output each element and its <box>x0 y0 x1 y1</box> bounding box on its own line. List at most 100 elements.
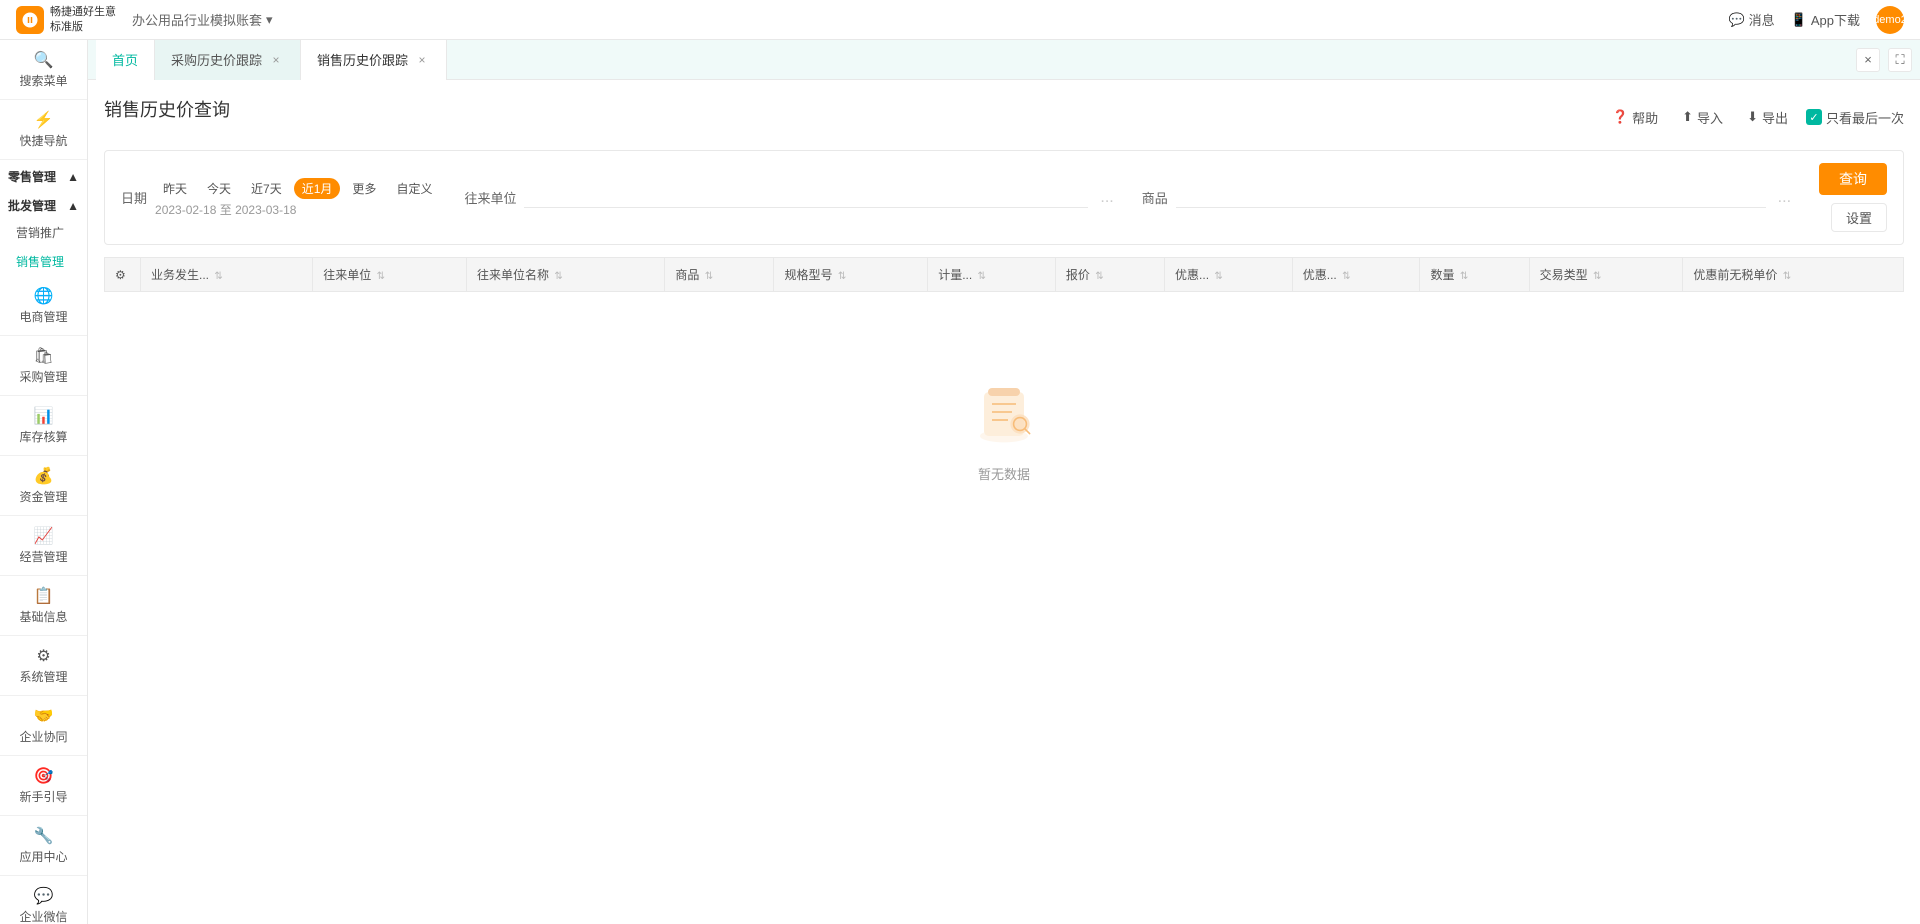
sidebar-item-wechat[interactable]: 💬 企业微信 <box>0 876 87 924</box>
sidebar-item-inventory[interactable]: 📊 库存核算 <box>0 396 87 456</box>
column-goods[interactable]: 商品 ⇅ <box>665 258 774 292</box>
top-bar: 畅捷通好生意 标准版 办公用品行业模拟账套 ▾ 💬 消息 📱 App下载 dem… <box>0 0 1920 40</box>
sort-pretax-price-icon: ⇅ <box>1783 271 1791 282</box>
page-title: 销售历史价查询 <box>104 96 230 122</box>
export-icon: ⬇ <box>1747 109 1758 125</box>
empty-text: 暂无数据 <box>978 464 1030 483</box>
only-last-checkbox[interactable]: 只看最后一次 <box>1806 108 1904 127</box>
empty-state: 暂无数据 <box>104 292 1904 563</box>
date-opt-yesterday[interactable]: 昨天 <box>155 178 195 199</box>
sidebar-item-wholesale[interactable]: 批发管理 ▲ <box>0 189 87 218</box>
goods-input[interactable] <box>1176 188 1766 208</box>
column-biz-date[interactable]: 业务发生... ⇅ <box>141 258 313 292</box>
setting-button[interactable]: 设置 <box>1831 203 1887 232</box>
date-opt-today[interactable]: 今天 <box>199 178 239 199</box>
column-discount1[interactable]: 优惠... ⇅ <box>1165 258 1293 292</box>
sort-trade-type-icon: ⇅ <box>1593 271 1601 282</box>
sort-goods-icon: ⇅ <box>705 271 713 282</box>
sidebar-item-system[interactable]: ⚙ 系统管理 <box>0 636 87 696</box>
tab-sales-history-close[interactable]: × <box>414 52 430 68</box>
sidebar-item-quick-nav[interactable]: ⚡ 快捷导航 <box>0 100 87 160</box>
sidebar-item-search[interactable]: 🔍 搜索菜单 <box>0 40 87 100</box>
column-pretax-price[interactable]: 优惠前无税单价 ⇅ <box>1683 258 1904 292</box>
filter-date: 日期 昨天 今天 近7天 近1月 更多 自定义 2023-02-18 至 202… <box>121 178 440 218</box>
sort-discount1-icon: ⇅ <box>1214 271 1222 282</box>
sort-discount2-icon: ⇅ <box>1342 271 1350 282</box>
date-opt-custom[interactable]: 自定义 <box>388 178 440 199</box>
sort-spec-icon: ⇅ <box>838 271 846 282</box>
toolbar-right: ❓ 帮助 ⬆ 导入 ⬇ 导出 只看最后一次 <box>1606 104 1904 131</box>
wholesale-arrow-icon: ▲ <box>67 199 79 213</box>
data-table: ⚙ 业务发生... ⇅ 往来单位 ⇅ 往来单位名称 ⇅ <box>104 257 1904 292</box>
guide-icon: 🎯 <box>4 766 83 786</box>
inventory-icon: 📊 <box>4 406 83 426</box>
date-opt-last7[interactable]: 近7天 <box>243 178 290 199</box>
sidebar-item-retail[interactable]: 零售管理 ▲ <box>0 160 87 189</box>
column-unit[interactable]: 计量... ⇅ <box>928 258 1056 292</box>
sidebar-item-operations[interactable]: 📈 经营管理 <box>0 516 87 576</box>
tab-home[interactable]: 首页 <box>96 40 155 80</box>
purchase-icon: 🛍 <box>4 346 83 366</box>
help-btn[interactable]: ❓ 帮助 <box>1606 104 1664 131</box>
sidebar-item-finance[interactable]: 💰 资金管理 <box>0 456 87 516</box>
search-icon: 🔍 <box>4 50 83 70</box>
import-icon: ⬆ <box>1682 109 1693 125</box>
date-opt-more[interactable]: 更多 <box>344 178 384 199</box>
user-avatar[interactable]: demo2 <box>1876 6 1904 34</box>
sidebar-item-appstore[interactable]: 🔧 应用中心 <box>0 816 87 876</box>
checkbox-checked-icon <box>1806 109 1822 125</box>
tab-purchase-history[interactable]: 采购历史价跟踪 × <box>155 40 301 80</box>
app-selector[interactable]: 办公用品行业模拟账套 ▾ <box>124 6 281 33</box>
filter-area: 日期 昨天 今天 近7天 近1月 更多 自定义 2023-02-18 至 202… <box>104 150 1904 245</box>
ecommerce-icon: 🌐 <box>4 286 83 306</box>
tab-purchase-history-close[interactable]: × <box>268 52 284 68</box>
message-icon: 💬 <box>1728 12 1744 28</box>
app-download-icon: 📱 <box>1791 12 1807 28</box>
partner-dots[interactable]: ... <box>1096 189 1117 207</box>
empty-icon <box>964 372 1044 452</box>
finance-icon: 💰 <box>4 466 83 486</box>
column-trade-type[interactable]: 交易类型 ⇅ <box>1529 258 1683 292</box>
column-settings[interactable]: ⚙ <box>105 258 141 292</box>
column-quote[interactable]: 报价 ⇅ <box>1055 258 1164 292</box>
tab-fullscreen-btn[interactable]: ⛶ <box>1888 48 1912 72</box>
query-button[interactable]: 查询 <box>1819 163 1887 195</box>
column-partner-name[interactable]: 往来单位名称 ⇅ <box>467 258 665 292</box>
column-partner-code[interactable]: 往来单位 ⇅ <box>313 258 467 292</box>
quick-nav-icon: ⚡ <box>4 110 83 130</box>
tab-sales-history[interactable]: 销售历史价跟踪 × <box>301 40 447 80</box>
retail-arrow-icon: ▲ <box>67 170 79 184</box>
wechat-icon: 💬 <box>4 886 83 906</box>
column-spec[interactable]: 规格型号 ⇅ <box>774 258 928 292</box>
tab-close-btn[interactable]: × <box>1856 48 1880 72</box>
top-bar-left: 畅捷通好生意 标准版 办公用品行业模拟账套 ▾ <box>16 5 281 34</box>
logo-text: 畅捷通好生意 标准版 <box>50 5 116 34</box>
logo-icon <box>16 6 44 34</box>
export-btn[interactable]: ⬇ 导出 <box>1741 104 1794 131</box>
help-icon: ❓ <box>1612 109 1628 125</box>
goods-dots[interactable]: ... <box>1774 189 1795 207</box>
filter-row: 日期 昨天 今天 近7天 近1月 更多 自定义 2023-02-18 至 202… <box>121 163 1887 232</box>
date-range: 2023-02-18 至 2023-03-18 <box>155 201 440 218</box>
logo-area: 畅捷通好生意 标准版 <box>16 5 116 34</box>
message-btn[interactable]: 💬 消息 <box>1728 10 1774 29</box>
content-area: 首页 采购历史价跟踪 × 销售历史价跟踪 × × ⛶ <box>88 40 1920 924</box>
app-download-btn[interactable]: 📱 App下载 <box>1791 10 1860 29</box>
filter-goods: 商品 ... <box>1142 188 1795 208</box>
sidebar-item-basic-info[interactable]: 📋 基础信息 <box>0 576 87 636</box>
sidebar-item-guide[interactable]: 🎯 新手引导 <box>0 756 87 816</box>
column-discount2[interactable]: 优惠... ⇅ <box>1292 258 1420 292</box>
sidebar-item-sales-mgmt[interactable]: 销售管理 <box>0 247 87 276</box>
date-options: 昨天 今天 近7天 近1月 更多 自定义 <box>155 178 440 199</box>
sidebar-item-marketing[interactable]: 营销推广 <box>0 218 87 247</box>
sort-biz-date-icon: ⇅ <box>214 271 222 282</box>
import-btn[interactable]: ⬆ 导入 <box>1676 104 1729 131</box>
sidebar-item-enterprise[interactable]: 🤝 企业协同 <box>0 696 87 756</box>
sidebar-item-ecommerce[interactable]: 🌐 电商管理 <box>0 276 87 336</box>
date-opt-last1m[interactable]: 近1月 <box>294 178 341 199</box>
sidebar-item-purchase[interactable]: 🛍 采购管理 <box>0 336 87 396</box>
column-quantity[interactable]: 数量 ⇅ <box>1420 258 1529 292</box>
filter-partner: 往来单位 ... <box>464 188 1117 208</box>
sort-quote-icon: ⇅ <box>1095 271 1103 282</box>
partner-input[interactable] <box>524 188 1088 208</box>
